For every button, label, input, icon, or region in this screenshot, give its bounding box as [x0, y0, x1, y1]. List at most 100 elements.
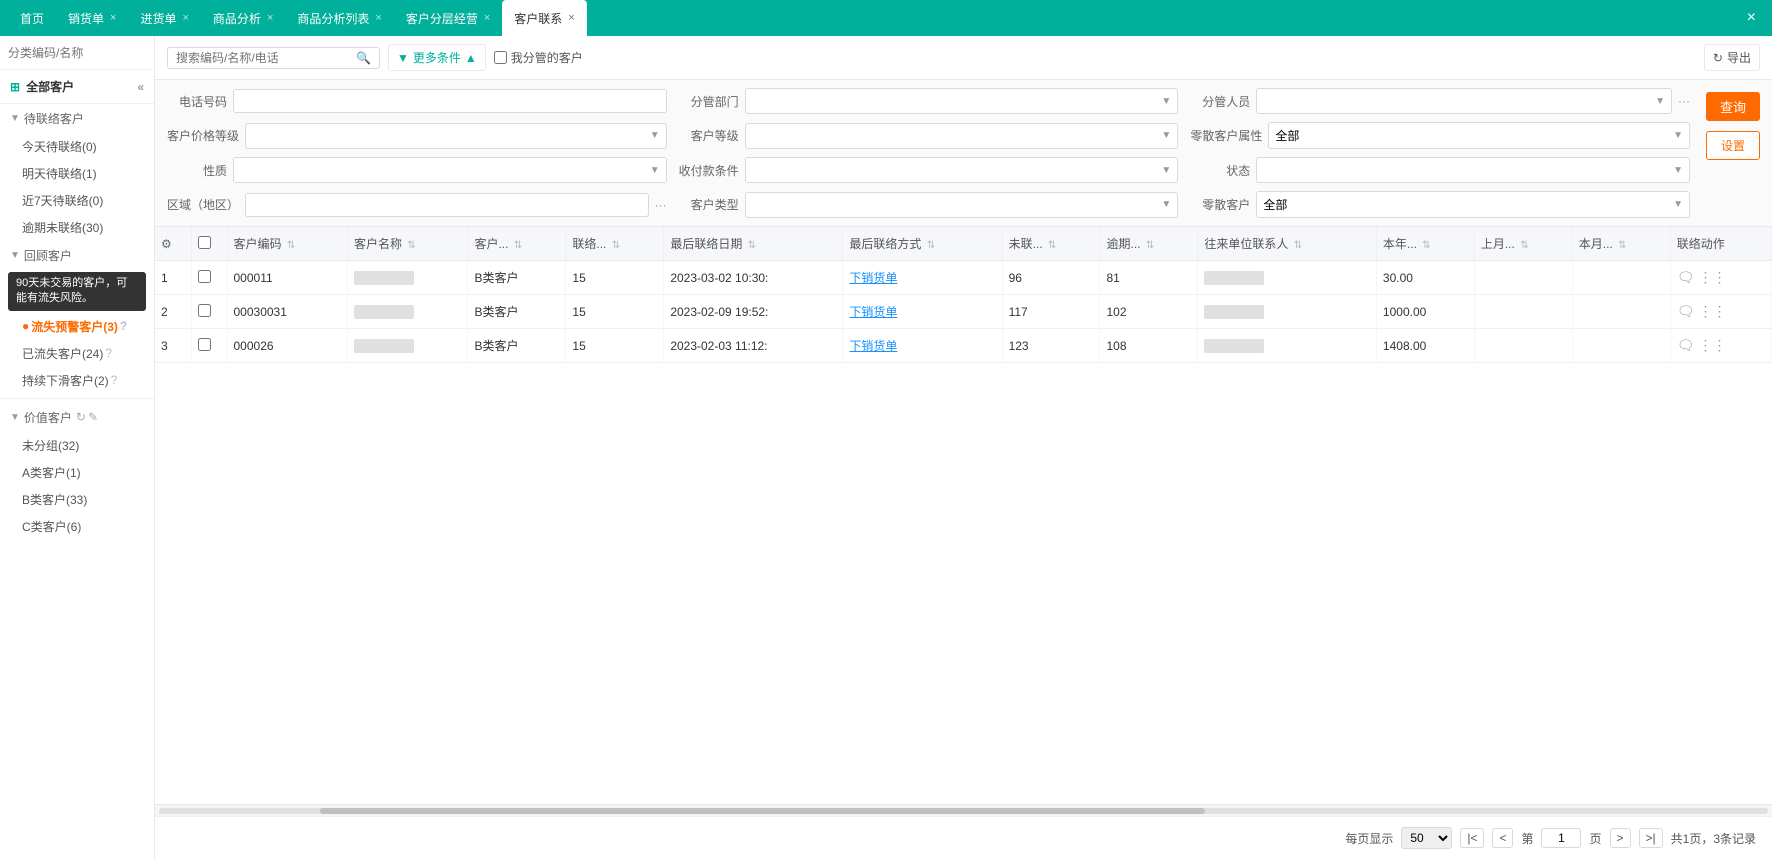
- sort-this-year-icon[interactable]: ⇅: [1422, 240, 1430, 251]
- refresh-icon[interactable]: ↻: [76, 410, 86, 424]
- filter-region-more[interactable]: ···: [655, 198, 667, 212]
- close-sales-tab[interactable]: ×: [110, 12, 116, 24]
- filter-status-select[interactable]: ▼: [1256, 157, 1690, 183]
- main-search-icon[interactable]: 🔍: [356, 51, 371, 65]
- action-chat-icon-1[interactable]: 🗨: [1677, 303, 1695, 320]
- more-filter-button[interactable]: ▼ 更多条件 ▲: [388, 44, 486, 71]
- sort-type-icon[interactable]: ⇅: [514, 240, 522, 251]
- sidebar-group-header-pending[interactable]: ▼ 待联络客户: [0, 104, 154, 133]
- sidebar-item-tomorrow[interactable]: 明天待联络(1): [0, 160, 154, 187]
- table-row: 1 000011 B类客户 15 2023-03-02 10:30: 下销货单 …: [155, 261, 1772, 295]
- sort-last-method-icon[interactable]: ⇅: [927, 240, 935, 251]
- prev-page-button[interactable]: <: [1492, 828, 1513, 848]
- action-more-icon-1[interactable]: ⋮⋮: [1698, 303, 1726, 320]
- sort-contact-icon[interactable]: ⇅: [612, 240, 620, 251]
- sidebar-search-input[interactable]: [8, 46, 155, 60]
- my-customers-checkbox-wrap[interactable]: 我分管的客户: [494, 49, 583, 66]
- settings-button[interactable]: 设置: [1706, 131, 1760, 160]
- th-type: 客户... ⇅: [468, 227, 566, 261]
- th-last-method: 最后联络方式 ⇅: [843, 227, 1002, 261]
- last-method-link-1[interactable]: 下销货单: [849, 305, 897, 319]
- th-last-date: 最后联络日期 ⇅: [664, 227, 843, 261]
- sort-last-date-icon[interactable]: ⇅: [748, 240, 756, 251]
- nav-product-analysis-list[interactable]: 商品分析列表 ×: [285, 0, 393, 36]
- sort-contact-person-icon[interactable]: ⇅: [1294, 240, 1302, 251]
- sidebar-item-churned[interactable]: 已流失客户(24) ?: [0, 340, 154, 367]
- filter-nature-select[interactable]: ▼: [233, 157, 667, 183]
- sidebar-group-header-value[interactable]: ▼ 价值客户 ↻ ✎: [0, 403, 154, 432]
- action-more-icon-0[interactable]: ⋮⋮: [1698, 269, 1726, 286]
- action-chat-icon-0[interactable]: 🗨: [1677, 269, 1695, 286]
- sort-name-icon[interactable]: ⇅: [407, 240, 415, 251]
- grid-icon: ⊞: [10, 80, 20, 94]
- action-chat-icon-2[interactable]: 🗨: [1677, 337, 1695, 354]
- last-method-link-2[interactable]: 下销货单: [849, 339, 897, 353]
- filter-customer-grade-label: 客户等级: [679, 127, 739, 144]
- filter-region-input[interactable]: [245, 193, 649, 217]
- filter-price-grade-select[interactable]: ▼: [245, 123, 667, 149]
- filter-icon: ▼: [397, 51, 409, 65]
- page-number-input[interactable]: [1541, 828, 1581, 848]
- close-customer-contact-tab[interactable]: ×: [568, 12, 574, 24]
- row-checkbox-0[interactable]: [198, 270, 211, 283]
- edit-icon[interactable]: ✎: [88, 410, 98, 424]
- nav-sales[interactable]: 销货单 ×: [56, 0, 128, 36]
- sidebar-item-overdue-contact[interactable]: 逾期未联络(30): [0, 214, 154, 241]
- settings-gear-icon[interactable]: ⚙: [161, 237, 172, 251]
- close-product-analysis-tab[interactable]: ×: [267, 12, 273, 24]
- nav-product-analysis[interactable]: 商品分析 ×: [201, 0, 285, 36]
- sidebar-item-churn-warning[interactable]: ● 流失预警客户(3) ?: [0, 313, 154, 340]
- row-checkbox-2[interactable]: [198, 338, 211, 351]
- filter-customer-grade-select[interactable]: ▼: [745, 123, 1179, 149]
- sidebar-item-7days[interactable]: 近7天待联络(0): [0, 187, 154, 214]
- horizontal-scrollbar[interactable]: [155, 804, 1772, 816]
- sidebar-all-customers[interactable]: ⊞ 全部客户 «: [0, 70, 154, 104]
- filter-payment-select[interactable]: ▼: [745, 157, 1179, 183]
- main-search-input[interactable]: [176, 51, 356, 65]
- nav-purchase[interactable]: 进货单 ×: [128, 0, 200, 36]
- filter-scattered-attr-select[interactable]: 全部 ▼: [1268, 122, 1690, 149]
- sidebar-item-ungrouped[interactable]: 未分组(32): [0, 432, 154, 459]
- sidebar-item-today[interactable]: 今天待联络(0): [0, 133, 154, 160]
- first-page-button[interactable]: |<: [1460, 828, 1484, 848]
- filter-customer-type-select[interactable]: ▼: [745, 192, 1179, 218]
- close-product-analysis-list-tab[interactable]: ×: [375, 12, 381, 24]
- sidebar-item-class-c[interactable]: C类客户(6): [0, 513, 154, 540]
- row-checkbox-1[interactable]: [198, 304, 211, 317]
- nav-customer-contact[interactable]: 客户联系 ×: [502, 0, 586, 36]
- sort-no-contact-icon[interactable]: ⇅: [1048, 240, 1056, 251]
- sort-code-icon[interactable]: ⇅: [287, 240, 295, 251]
- per-page-select[interactable]: 50 20 100: [1401, 827, 1452, 849]
- action-more-icon-2[interactable]: ⋮⋮: [1698, 337, 1726, 354]
- last-method-link-0[interactable]: 下销货单: [849, 271, 897, 285]
- sort-this-month-icon[interactable]: ⇅: [1618, 240, 1626, 251]
- filter-price-grade-label: 客户价格等级: [167, 127, 239, 144]
- filter-region-label: 区域（地区）: [167, 196, 239, 213]
- filter-scattered-select[interactable]: 全部 ▼: [1256, 191, 1690, 218]
- filter-dept: 分管部门 ▼: [679, 88, 1179, 114]
- last-page-button[interactable]: >|: [1639, 828, 1663, 848]
- sidebar-collapse-icon[interactable]: «: [137, 80, 144, 94]
- next-page-button[interactable]: >: [1610, 828, 1631, 848]
- close-all-button[interactable]: ×: [1739, 5, 1764, 31]
- export-button[interactable]: ↻ 导出: [1704, 44, 1760, 71]
- query-button[interactable]: 查询: [1706, 92, 1760, 121]
- sort-last-month-icon[interactable]: ⇅: [1520, 240, 1528, 251]
- sidebar-group-header-review[interactable]: ▼ 回顾客户: [0, 241, 154, 270]
- nav-home[interactable]: 首页: [8, 0, 56, 36]
- nav-customer-tier[interactable]: 客户分层经营 ×: [394, 0, 502, 36]
- filter-phone-input[interactable]: [233, 89, 667, 113]
- sidebar-item-class-b[interactable]: B类客户(33): [0, 486, 154, 513]
- my-customers-checkbox[interactable]: [494, 51, 507, 64]
- filter-person-select[interactable]: ▼: [1256, 88, 1672, 114]
- filter-row-3: 性质 ▼ 收付款条件 ▼: [167, 157, 1690, 183]
- select-all-checkbox[interactable]: [198, 236, 211, 249]
- filter-dept-select[interactable]: ▼: [745, 88, 1179, 114]
- close-purchase-tab[interactable]: ×: [182, 12, 188, 24]
- sidebar-item-class-a[interactable]: A类客户(1): [0, 459, 154, 486]
- sidebar-item-declining[interactable]: 持续下滑客户(2) ?: [0, 367, 154, 394]
- scrollbar-thumb[interactable]: [320, 808, 1205, 814]
- filter-person-more[interactable]: ···: [1678, 94, 1690, 108]
- close-customer-tier-tab[interactable]: ×: [484, 12, 490, 24]
- sort-overdue-icon[interactable]: ⇅: [1146, 240, 1154, 251]
